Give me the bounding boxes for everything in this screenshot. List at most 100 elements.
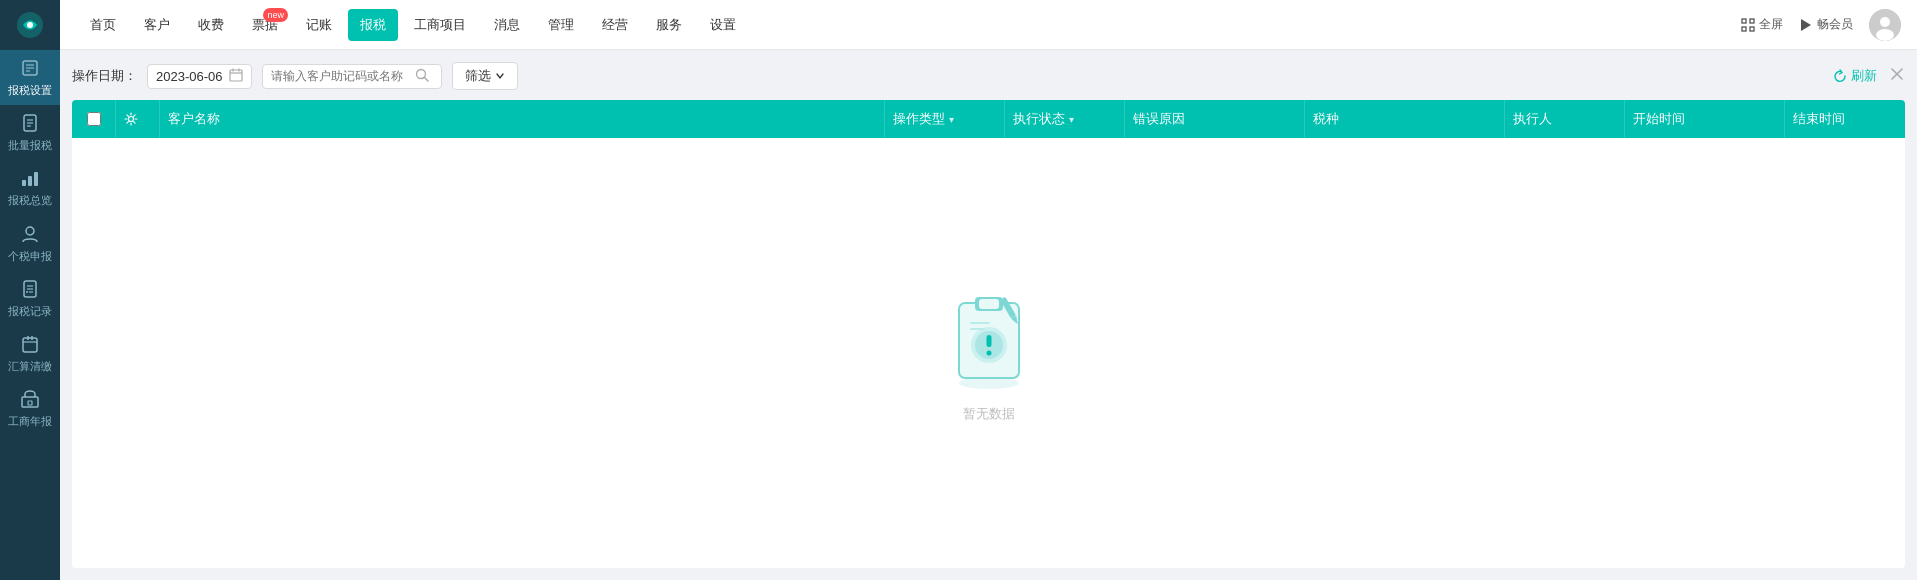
col-label-customer-name: 客户名称 bbox=[168, 110, 220, 128]
date-input[interactable]: 2023-06-06 bbox=[147, 64, 252, 89]
nav-item-shoufei[interactable]: 收费 bbox=[184, 0, 238, 50]
nav-label-baoshui: 报税 bbox=[360, 16, 386, 34]
toolbar: 操作日期： 2023-06-06 bbox=[72, 62, 1905, 90]
geshui-shenbao-icon bbox=[20, 224, 40, 247]
nav-item-piaoju[interactable]: 票据 new bbox=[238, 0, 292, 50]
gongshang-nianbao-icon bbox=[20, 389, 40, 412]
th-checkbox[interactable] bbox=[72, 100, 116, 138]
date-label: 操作日期： bbox=[72, 67, 137, 85]
sidebar-item-baoshui-zonglang-label: 报税总览 bbox=[8, 194, 52, 207]
nav-item-xiaoxi[interactable]: 消息 bbox=[480, 0, 534, 50]
sidebar-item-geshui-shenbao-label: 个税申报 bbox=[8, 250, 52, 263]
nav-item-jizhang[interactable]: 记账 bbox=[292, 0, 346, 50]
col-label-exec-status: 执行状态 bbox=[1013, 110, 1065, 128]
svg-point-17 bbox=[26, 291, 28, 293]
svg-rect-12 bbox=[34, 172, 38, 186]
refresh-icon bbox=[1833, 69, 1847, 83]
nav-item-shezhi[interactable]: 设置 bbox=[696, 0, 750, 50]
svg-rect-11 bbox=[28, 176, 32, 186]
th-tax-type: 税种 bbox=[1305, 100, 1505, 138]
select-all-checkbox[interactable] bbox=[87, 112, 101, 126]
toolbar-right: 刷新 bbox=[1833, 66, 1905, 86]
svg-point-32 bbox=[1876, 29, 1894, 41]
close-button[interactable] bbox=[1889, 66, 1905, 86]
svg-rect-24 bbox=[28, 401, 32, 405]
fullscreen-icon bbox=[1741, 18, 1755, 32]
filter-label: 筛选 bbox=[465, 67, 491, 85]
sidebar-item-baoshui-jilu-label: 报税记录 bbox=[8, 305, 52, 318]
nav-label-shezhi: 设置 bbox=[710, 16, 736, 34]
sidebar-item-baoshui-jilu[interactable]: 报税记录 bbox=[0, 271, 60, 326]
settings-icon bbox=[124, 112, 138, 126]
date-value: 2023-06-06 bbox=[156, 69, 223, 84]
sidebar-item-huisuan-jiaona-label: 汇算清缴 bbox=[8, 360, 52, 373]
nav-item-gongshang[interactable]: 工商项目 bbox=[400, 0, 480, 50]
main-container: 首页 客户 收费 票据 new 记账 报税 工商项目 消息 bbox=[60, 0, 1917, 580]
nav-item-guanli[interactable]: 管理 bbox=[534, 0, 588, 50]
th-operation-type[interactable]: 操作类型 ▾ bbox=[885, 100, 1005, 138]
svg-rect-19 bbox=[23, 338, 37, 352]
table-container: 客户名称 操作类型 ▾ 执行状态 ▾ 错误原因 税种 bbox=[72, 100, 1905, 568]
sidebar-item-baoshui-shezhi[interactable]: 报税设置 bbox=[0, 50, 60, 105]
nav-label-gongshang: 工商项目 bbox=[414, 16, 466, 34]
nav-label-guanli: 管理 bbox=[548, 16, 574, 34]
svg-rect-26 bbox=[1750, 19, 1754, 23]
col-label-tax-type: 税种 bbox=[1313, 110, 1339, 128]
huisuan-jiaona-icon bbox=[20, 334, 40, 357]
col-label-error-reason: 错误原因 bbox=[1133, 110, 1185, 128]
col-label-end-time: 结束时间 bbox=[1793, 110, 1845, 128]
fullscreen-btn[interactable]: 全屏 bbox=[1741, 16, 1783, 33]
th-settings[interactable] bbox=[116, 100, 160, 138]
nav-label-shoufei: 收费 bbox=[198, 16, 224, 34]
th-executor: 执行人 bbox=[1505, 100, 1625, 138]
svg-point-13 bbox=[26, 227, 34, 235]
svg-point-1 bbox=[27, 22, 33, 28]
empty-state: 暂无数据 bbox=[72, 138, 1905, 568]
filter-chevron-icon bbox=[495, 69, 505, 84]
calendar-icon bbox=[229, 68, 243, 85]
svg-rect-45 bbox=[979, 299, 999, 309]
sidebar-item-gongshang-nianbao[interactable]: 工商年报 bbox=[0, 381, 60, 436]
svg-rect-48 bbox=[986, 335, 991, 347]
nav-item-shouye[interactable]: 首页 bbox=[76, 0, 130, 50]
refresh-label: 刷新 bbox=[1851, 67, 1877, 85]
sidebar-item-geshui-shenbao[interactable]: 个税申报 bbox=[0, 216, 60, 271]
svg-line-38 bbox=[424, 77, 428, 81]
nav-item-baoshui[interactable]: 报税 bbox=[348, 9, 398, 41]
col-label-executor: 执行人 bbox=[1513, 110, 1552, 128]
svg-rect-10 bbox=[22, 180, 26, 186]
search-input[interactable] bbox=[271, 69, 411, 83]
nav-badge-new: new bbox=[263, 8, 288, 23]
search-icon[interactable] bbox=[415, 68, 429, 85]
nav-item-fuwu[interactable]: 服务 bbox=[642, 0, 696, 50]
nav-item-kehu[interactable]: 客户 bbox=[130, 0, 184, 50]
th-end-time: 结束时间 bbox=[1785, 100, 1905, 138]
nav-label-fuwu: 服务 bbox=[656, 16, 682, 34]
search-wrap bbox=[262, 64, 442, 89]
sidebar-item-piliang-baoshui[interactable]: 批量报税 bbox=[0, 105, 60, 160]
baoshui-jilu-icon bbox=[20, 279, 40, 302]
nav-label-kehu: 客户 bbox=[144, 16, 170, 34]
nav-item-jingying[interactable]: 经营 bbox=[588, 0, 642, 50]
svg-rect-33 bbox=[230, 70, 242, 81]
app-logo[interactable] bbox=[0, 0, 60, 50]
sidebar-item-baoshui-zonglang[interactable]: 报税总览 bbox=[0, 160, 60, 215]
sidebar-item-huisuan-jiaona[interactable]: 汇算清缴 bbox=[0, 326, 60, 381]
member-btn[interactable]: 畅会员 bbox=[1799, 16, 1853, 33]
col-label-start-time: 开始时间 bbox=[1633, 110, 1685, 128]
empty-illustration bbox=[939, 283, 1039, 393]
user-avatar[interactable] bbox=[1869, 9, 1901, 41]
refresh-button[interactable]: 刷新 bbox=[1833, 67, 1877, 85]
baoshui-zonglang-icon bbox=[20, 168, 40, 191]
nav-items: 首页 客户 收费 票据 new 记账 报税 工商项目 消息 bbox=[76, 0, 1741, 50]
filter-button[interactable]: 筛选 bbox=[452, 62, 518, 90]
sidebar-item-baoshui-shezhi-label: 报税设置 bbox=[8, 84, 52, 97]
empty-svg bbox=[939, 283, 1039, 393]
nav-label-xiaoxi: 消息 bbox=[494, 16, 520, 34]
svg-rect-28 bbox=[1750, 27, 1754, 31]
nav-label-jizhang: 记账 bbox=[306, 16, 332, 34]
th-customer-name: 客户名称 bbox=[160, 100, 885, 138]
table-header: 客户名称 操作类型 ▾ 执行状态 ▾ 错误原因 税种 bbox=[72, 100, 1905, 138]
svg-rect-25 bbox=[1742, 19, 1746, 23]
th-exec-status[interactable]: 执行状态 ▾ bbox=[1005, 100, 1125, 138]
